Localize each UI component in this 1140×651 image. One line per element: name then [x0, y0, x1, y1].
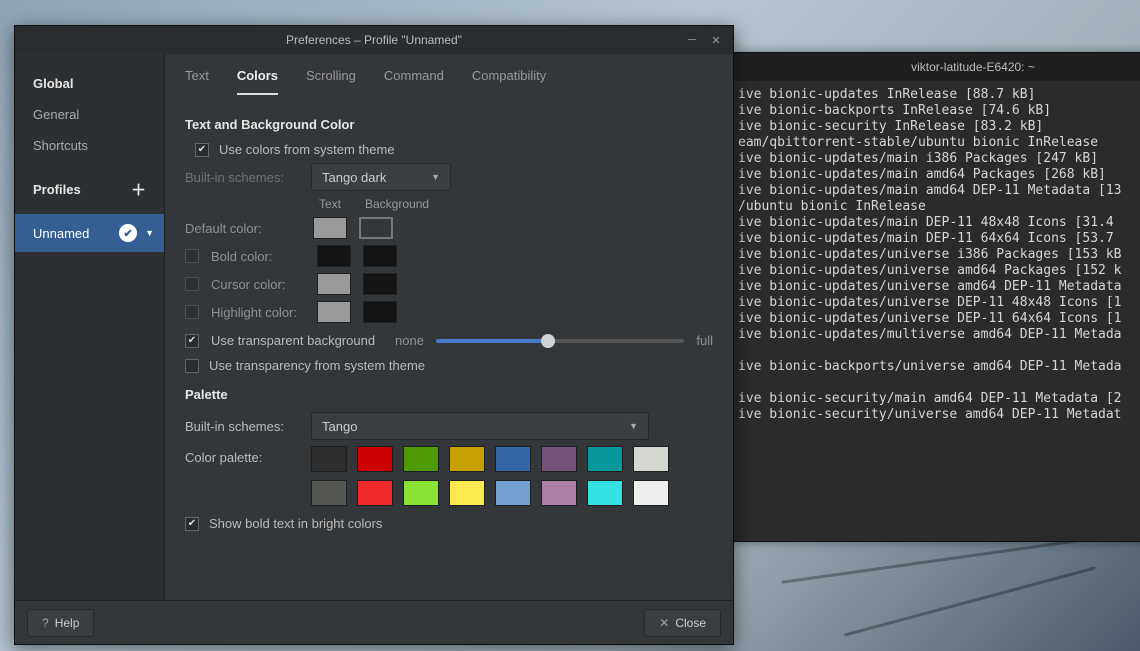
use-system-colors-checkbox[interactable]: ✔ [195, 143, 209, 157]
transparency-system-label: Use transparency from system theme [209, 358, 425, 373]
highlight-color-label: Highlight color: [211, 305, 305, 320]
sidebar-profile-unnamed[interactable]: Unnamed ✔ ▼ [15, 214, 164, 252]
default-color-label: Default color: [185, 221, 301, 236]
cursor-bg-swatch[interactable] [363, 273, 397, 295]
titlebar: Preferences – Profile "Unnamed" ─ ✕ [15, 26, 733, 54]
close-icon: ✕ [659, 616, 669, 630]
tab-bar: Text Colors Scrolling Command Compatibil… [165, 54, 733, 101]
window-title: Preferences – Profile "Unnamed" [286, 33, 462, 47]
default-bg-swatch[interactable] [359, 217, 393, 239]
highlight-text-swatch[interactable] [317, 301, 351, 323]
sidebar-item-shortcuts[interactable]: Shortcuts [15, 130, 164, 161]
palette-builtin-label: Built-in schemes: [185, 419, 301, 434]
palette-swatch[interactable] [495, 446, 531, 472]
palette-grid [311, 446, 669, 506]
help-button[interactable]: ? Help [27, 609, 94, 637]
palette-swatch[interactable] [541, 480, 577, 506]
color-palette-label: Color palette: [185, 446, 301, 465]
check-icon: ✔ [119, 224, 137, 242]
transparency-slider[interactable] [436, 339, 684, 343]
bold-color-label: Bold color: [211, 249, 305, 264]
close-button[interactable]: ✕ Close [644, 609, 721, 637]
sidebar-heading-global: Global [15, 64, 164, 99]
palette-swatch[interactable] [357, 446, 393, 472]
palette-swatch[interactable] [587, 446, 623, 472]
default-text-swatch[interactable] [313, 217, 347, 239]
builtin-schemes-label: Built-in schemes: [185, 170, 301, 185]
highlight-color-checkbox[interactable] [185, 305, 199, 319]
cursor-color-checkbox[interactable] [185, 277, 199, 291]
col-header-text: Text [313, 197, 347, 211]
tab-text[interactable]: Text [185, 68, 209, 95]
terminal-window: viktor-latitude-E6420: ~ ive bionic-upda… [733, 52, 1140, 542]
tab-colors[interactable]: Colors [237, 68, 278, 95]
section-palette: Palette [185, 387, 713, 402]
palette-swatch[interactable] [587, 480, 623, 506]
palette-swatch[interactable] [633, 480, 669, 506]
bold-text-swatch[interactable] [317, 245, 351, 267]
slider-thumb[interactable] [541, 334, 555, 348]
col-header-background: Background [365, 197, 429, 211]
preferences-dialog: Preferences – Profile "Unnamed" ─ ✕ Glob… [14, 25, 734, 645]
palette-swatch[interactable] [495, 480, 531, 506]
transparency-system-checkbox[interactable] [185, 359, 199, 373]
palette-swatch[interactable] [541, 446, 577, 472]
palette-swatch[interactable] [403, 446, 439, 472]
transparent-bg-label: Use transparent background [211, 333, 375, 348]
close-window-button[interactable]: ✕ [705, 31, 727, 49]
tab-compatibility[interactable]: Compatibility [472, 68, 546, 95]
highlight-bg-swatch[interactable] [363, 301, 397, 323]
bold-bright-checkbox[interactable]: ✔ [185, 517, 199, 531]
chevron-down-icon: ▼ [431, 172, 440, 182]
terminal-output: ive bionic-updates InRelease [88.7 kB] i… [734, 81, 1140, 429]
use-system-colors-label: Use colors from system theme [219, 142, 395, 157]
transparency-full-label: full [696, 333, 713, 348]
help-icon: ? [42, 616, 49, 630]
chevron-down-icon[interactable]: ▼ [145, 228, 154, 238]
tab-command[interactable]: Command [384, 68, 444, 95]
palette-swatch[interactable] [311, 480, 347, 506]
palette-swatch[interactable] [357, 480, 393, 506]
palette-swatch[interactable] [633, 446, 669, 472]
palette-swatch[interactable] [449, 480, 485, 506]
builtin-scheme-dropdown[interactable]: Tango dark ▼ [311, 163, 451, 191]
transparent-bg-checkbox[interactable]: ✔ [185, 334, 199, 348]
sidebar: Global General Shortcuts Profiles ＋ Unna… [15, 54, 165, 600]
terminal-title: viktor-latitude-E6420: ~ [734, 53, 1140, 81]
section-text-bg-color: Text and Background Color [185, 117, 713, 132]
palette-scheme-dropdown[interactable]: Tango ▼ [311, 412, 649, 440]
minimize-button[interactable]: ─ [681, 31, 703, 49]
tab-scrolling[interactable]: Scrolling [306, 68, 356, 95]
transparency-none-label: none [395, 333, 424, 348]
cursor-text-swatch[interactable] [317, 273, 351, 295]
bold-bright-label: Show bold text in bright colors [209, 516, 382, 531]
add-profile-icon[interactable]: ＋ [131, 179, 146, 200]
sidebar-item-general[interactable]: General [15, 99, 164, 130]
cursor-color-label: Cursor color: [211, 277, 305, 292]
palette-swatch[interactable] [449, 446, 485, 472]
sidebar-heading-profiles: Profiles ＋ [15, 167, 164, 208]
palette-swatch[interactable] [403, 480, 439, 506]
chevron-down-icon: ▼ [629, 421, 638, 431]
palette-swatch[interactable] [311, 446, 347, 472]
profile-label: Unnamed [33, 226, 89, 241]
bold-bg-swatch[interactable] [363, 245, 397, 267]
bold-color-checkbox[interactable] [185, 249, 199, 263]
